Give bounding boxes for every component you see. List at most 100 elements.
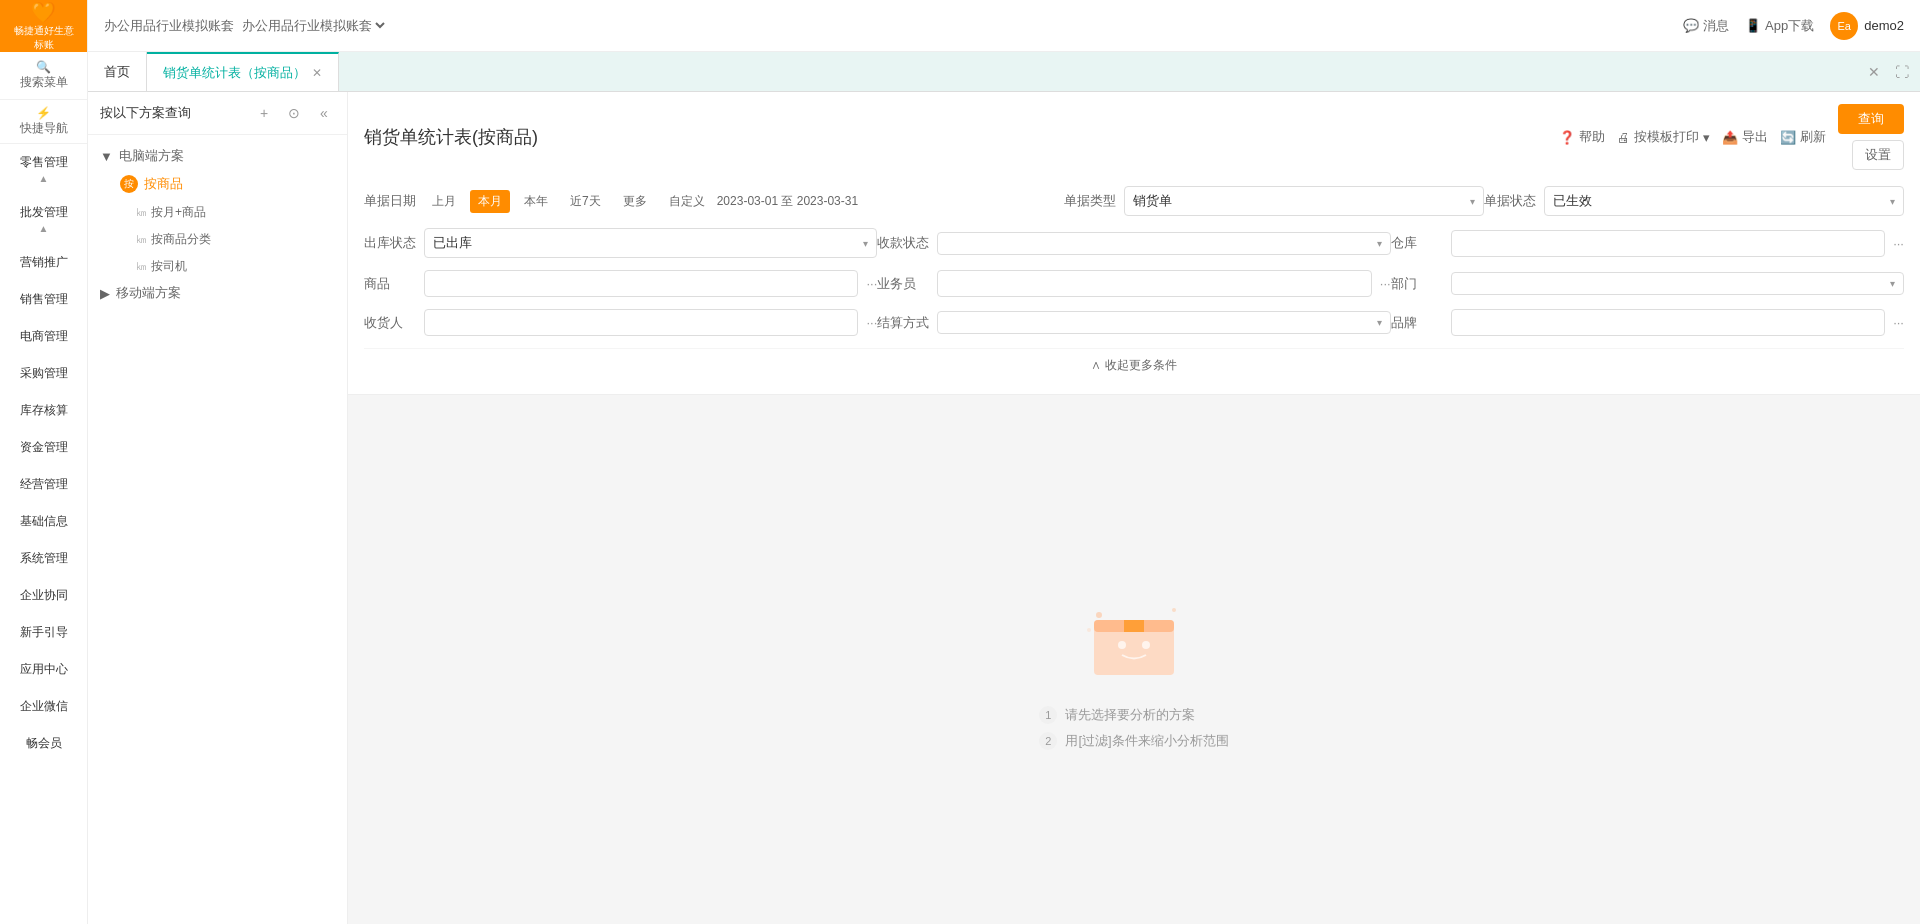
topbar-actions: 💬 消息 📱 App下载 Ea demo2 bbox=[1683, 12, 1904, 40]
sidebar-item-app-center[interactable]: 应用中心 bbox=[0, 651, 87, 688]
sidebar-item-operation[interactable]: 经营管理 bbox=[0, 466, 87, 503]
app-download-button[interactable]: 📱 App下载 bbox=[1745, 17, 1814, 35]
recipient-dots[interactable]: ··· bbox=[866, 315, 877, 330]
empty-illustration bbox=[1074, 570, 1194, 690]
user-profile[interactable]: Ea demo2 bbox=[1830, 12, 1904, 40]
tab-home-label: 首页 bbox=[104, 63, 130, 81]
salesperson-input[interactable] bbox=[937, 270, 1371, 297]
help-button[interactable]: ❓ 帮助 bbox=[1559, 128, 1605, 146]
tab-sales-stats-label: 销货单统计表（按商品） bbox=[163, 64, 306, 82]
industry-dropdown[interactable]: 办公用品行业模拟账套 bbox=[238, 17, 388, 34]
help-icon: ❓ bbox=[1559, 130, 1575, 145]
svg-rect-2 bbox=[1124, 620, 1144, 632]
logo-text: 畅捷通好生意 bbox=[14, 24, 74, 38]
svg-point-5 bbox=[1096, 612, 1102, 618]
sidebar-item-ecommerce[interactable]: 电商管理 bbox=[0, 318, 87, 355]
query-button[interactable]: 查询 bbox=[1838, 104, 1904, 134]
salesperson-dots[interactable]: ··· bbox=[1380, 276, 1391, 291]
tree-category-mobile[interactable]: ▶ 移动端方案 bbox=[88, 280, 347, 306]
doc-status-dropdown[interactable]: 已生效 ▾ bbox=[1544, 186, 1904, 216]
topbar: 办公用品行业模拟账套 办公用品行业模拟账套 💬 消息 📱 App下载 Ea de… bbox=[88, 0, 1920, 52]
sidebar-item-enterprise[interactable]: 企业协同 bbox=[0, 577, 87, 614]
outbound-status-control: 已出库 ▾ bbox=[424, 228, 877, 258]
filter-outbound-status: 出库状态 已出库 ▾ bbox=[364, 228, 877, 258]
filter-payment-status: 收款状态 ▾ bbox=[877, 232, 1390, 255]
recipient-label: 收货人 bbox=[364, 314, 424, 332]
date-btn-7days[interactable]: 近7天 bbox=[562, 190, 609, 213]
window-close-button[interactable]: ✕ bbox=[1864, 62, 1884, 82]
warehouse-input[interactable] bbox=[1451, 230, 1885, 257]
message-label: 消息 bbox=[1703, 17, 1729, 35]
left-panel-title: 按以下方案查询 bbox=[100, 104, 191, 122]
tree-item-by-category[interactable]: ㎞ 按商品分类 bbox=[88, 226, 347, 253]
tabbar-spacer bbox=[339, 52, 1856, 91]
print-button[interactable]: 🖨 按模板打印 ▾ bbox=[1617, 128, 1710, 146]
tree-item-by-printer[interactable]: ㎞ 按司机 bbox=[88, 253, 347, 280]
payment-method-dropdown[interactable]: ▾ bbox=[937, 311, 1390, 334]
brand-input[interactable] bbox=[1451, 309, 1885, 336]
sidebar-item-system[interactable]: 系统管理 bbox=[0, 540, 87, 577]
sidebar-item-guide[interactable]: 新手引导 bbox=[0, 614, 87, 651]
warehouse-control: ··· bbox=[1451, 230, 1904, 257]
add-scheme-button[interactable]: + bbox=[253, 102, 275, 124]
tab-home[interactable]: 首页 bbox=[88, 52, 147, 91]
query-actions: 查询 设置 bbox=[1838, 104, 1904, 170]
recipient-input[interactable] bbox=[424, 309, 858, 336]
tree-category-desktop[interactable]: ▼ 电脑端方案 bbox=[88, 143, 347, 169]
date-btn-custom[interactable]: 自定义 bbox=[661, 190, 713, 213]
setting-button[interactable]: 设置 bbox=[1852, 140, 1904, 170]
doc-type-arrow: ▾ bbox=[1470, 196, 1475, 207]
sidebar-item-wholesale[interactable]: 批发管理 ▲ bbox=[0, 194, 87, 244]
sidebar-quicknav[interactable]: ⚡ 快捷导航 bbox=[0, 100, 87, 144]
window-buttons: ✕ ⛶ bbox=[1856, 52, 1920, 91]
sidebar-item-marketing[interactable]: 营销推广 bbox=[0, 244, 87, 281]
settings-scheme-button[interactable]: ⊙ bbox=[283, 102, 305, 124]
date-label: 单据日期 bbox=[364, 192, 424, 210]
window-maximize-button[interactable]: ⛶ bbox=[1892, 62, 1912, 82]
product-input[interactable] bbox=[424, 270, 858, 297]
sidebar: 🧡 畅捷通好生意 标账 🔍 搜索菜单 ⚡ 快捷导航 零售管理 ▲ 批发管理 ▲ … bbox=[0, 0, 88, 924]
sidebar-item-sales[interactable]: 销售管理 bbox=[0, 281, 87, 318]
collapse-panel-button[interactable]: « bbox=[313, 102, 335, 124]
date-btn-this-month[interactable]: 本月 bbox=[470, 190, 510, 213]
outbound-status-dropdown[interactable]: 已出库 ▾ bbox=[424, 228, 877, 258]
tree-item-by-product[interactable]: 按 按商品 bbox=[88, 169, 347, 199]
svg-point-6 bbox=[1087, 628, 1091, 632]
sidebar-item-member[interactable]: 畅会员 bbox=[0, 725, 87, 762]
export-button[interactable]: 📤 导出 bbox=[1722, 128, 1768, 146]
date-btn-last-month[interactable]: 上月 bbox=[424, 190, 464, 213]
sidebar-item-wechat[interactable]: 企业微信 bbox=[0, 688, 87, 725]
department-label: 部门 bbox=[1391, 275, 1451, 293]
department-dropdown[interactable]: ▾ bbox=[1451, 272, 1904, 295]
payment-status-dropdown[interactable]: ▾ bbox=[937, 232, 1390, 255]
message-icon: 💬 bbox=[1683, 18, 1699, 33]
date-btn-this-year[interactable]: 本年 bbox=[516, 190, 556, 213]
collapse-conditions-button[interactable]: ∧ 收起更多条件 bbox=[364, 348, 1904, 382]
topbar-title: 办公用品行业模拟账套 办公用品行业模拟账套 bbox=[104, 17, 1671, 35]
product-dots[interactable]: ··· bbox=[866, 276, 877, 291]
app-logo[interactable]: 🧡 畅捷通好生意 标账 bbox=[0, 0, 87, 52]
warehouse-dots[interactable]: ··· bbox=[1893, 236, 1904, 251]
industry-name: 办公用品行业模拟账套 bbox=[104, 18, 234, 33]
brand-dots[interactable]: ··· bbox=[1893, 315, 1904, 330]
by-category-label: 按商品分类 bbox=[151, 231, 211, 248]
date-btn-more[interactable]: 更多 bbox=[615, 190, 655, 213]
by-printer-icon: ㎞ bbox=[136, 259, 147, 274]
tree-category-arrow-mobile: ▶ bbox=[100, 286, 110, 301]
finance-label: 资金管理 bbox=[20, 439, 68, 456]
tree-item-by-month-product[interactable]: ㎞ 按月+商品 bbox=[88, 199, 347, 226]
sidebar-search[interactable]: 🔍 搜索菜单 bbox=[0, 52, 87, 100]
marketing-label: 营销推广 bbox=[20, 254, 68, 271]
sidebar-item-purchase[interactable]: 采购管理 bbox=[0, 355, 87, 392]
payment-method-arrow: ▾ bbox=[1377, 317, 1382, 328]
refresh-button[interactable]: 🔄 刷新 bbox=[1780, 128, 1826, 146]
sidebar-item-basic[interactable]: 基础信息 bbox=[0, 503, 87, 540]
sidebar-item-finance[interactable]: 资金管理 bbox=[0, 429, 87, 466]
payment-method-label: 结算方式 bbox=[877, 314, 937, 332]
sidebar-item-inventory[interactable]: 库存核算 bbox=[0, 392, 87, 429]
tab-close-icon[interactable]: ✕ bbox=[312, 66, 322, 80]
doc-type-dropdown[interactable]: 销货单 ▾ bbox=[1124, 186, 1484, 216]
tab-sales-stats[interactable]: 销货单统计表（按商品） ✕ bbox=[147, 52, 339, 91]
sidebar-item-retail[interactable]: 零售管理 ▲ bbox=[0, 144, 87, 194]
message-button[interactable]: 💬 消息 bbox=[1683, 17, 1729, 35]
